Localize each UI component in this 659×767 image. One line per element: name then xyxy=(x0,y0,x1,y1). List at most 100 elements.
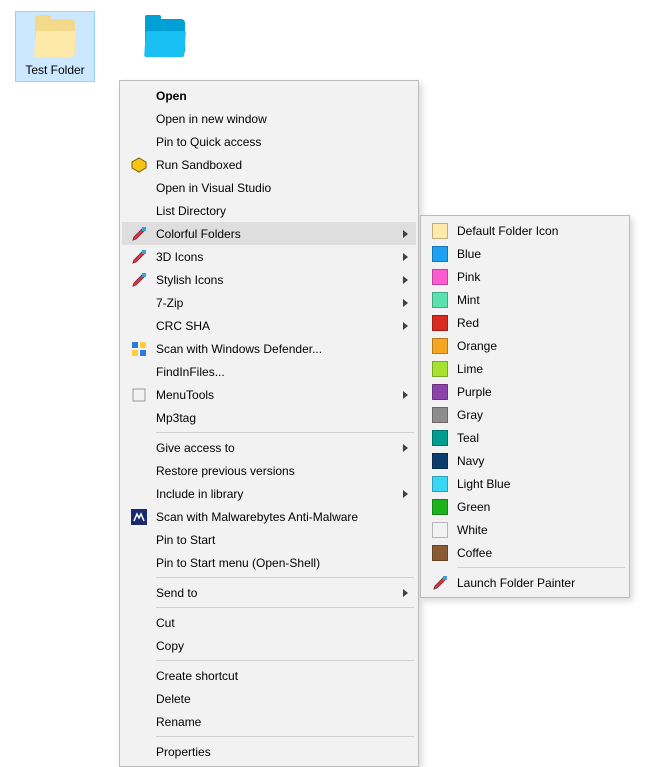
submenu-label: Mint xyxy=(457,293,603,307)
menu-colorful-folders[interactable]: Colorful Folders xyxy=(122,222,416,245)
menu-cut[interactable]: Cut xyxy=(122,611,416,634)
menu-rename[interactable]: Rename xyxy=(122,710,416,733)
submenu-arrow-icon xyxy=(403,299,408,307)
submenu-arrow-icon xyxy=(403,589,408,597)
menu-run-sandboxed[interactable]: Run Sandboxed xyxy=(122,153,416,176)
submenu-orange[interactable]: Orange xyxy=(423,334,627,357)
menu-properties[interactable]: Properties xyxy=(122,740,416,763)
menu-label: Pin to Start xyxy=(156,533,392,547)
submenu-arrow-icon xyxy=(403,490,408,498)
submenu-label: Light Blue xyxy=(457,477,603,491)
menu-label: FindInFiles... xyxy=(156,365,392,379)
menu-label: CRC SHA xyxy=(156,319,392,333)
submenu-arrow-icon xyxy=(403,276,408,284)
submenu-arrow-icon xyxy=(403,253,408,261)
menu-label: Pin to Quick access xyxy=(156,135,392,149)
menu-label: 3D Icons xyxy=(156,250,392,264)
menu-label: Give access to xyxy=(156,441,392,455)
menu-label: Pin to Start menu (Open-Shell) xyxy=(156,556,392,570)
submenu-default[interactable]: Default Folder Icon xyxy=(423,219,627,242)
submenu-arrow-icon xyxy=(403,444,408,452)
menu-label: Open in Visual Studio xyxy=(156,181,392,195)
menu-label: Create shortcut xyxy=(156,669,392,683)
submenu-label: Orange xyxy=(457,339,603,353)
menu-pin-start-open-shell[interactable]: Pin to Start menu (Open-Shell) xyxy=(122,551,416,574)
menu-pin-to-start[interactable]: Pin to Start xyxy=(122,528,416,551)
menu-label: Delete xyxy=(156,692,392,706)
submenu-lime[interactable]: Lime xyxy=(423,357,627,380)
menu-open-visual-studio[interactable]: Open in Visual Studio xyxy=(122,176,416,199)
folder-icon xyxy=(141,19,189,59)
menu-label: 7-Zip xyxy=(156,296,392,310)
submenu-navy[interactable]: Navy xyxy=(423,449,627,472)
menu-crc-sha[interactable]: CRC SHA xyxy=(122,314,416,337)
menu-delete[interactable]: Delete xyxy=(122,687,416,710)
submenu-pink[interactable]: Pink xyxy=(423,265,627,288)
separator xyxy=(457,567,625,568)
submenu-label: Green xyxy=(457,500,603,514)
menu-3d-icons[interactable]: 3D Icons xyxy=(122,245,416,268)
menu-label: Include in library xyxy=(156,487,392,501)
menu-findinfiles[interactable]: FindInFiles... xyxy=(122,360,416,383)
brush-icon xyxy=(122,249,156,265)
shield-icon xyxy=(122,341,156,357)
submenu-lightblue[interactable]: Light Blue xyxy=(423,472,627,495)
desktop-folder-test[interactable]: Test Folder xyxy=(16,12,94,81)
context-menu: Open Open in new window Pin to Quick acc… xyxy=(119,80,419,767)
submenu-purple[interactable]: Purple xyxy=(423,380,627,403)
submenu-red[interactable]: Red xyxy=(423,311,627,334)
separator xyxy=(156,432,414,433)
submenu-label: Launch Folder Painter xyxy=(457,576,603,590)
menu-copy[interactable]: Copy xyxy=(122,634,416,657)
separator xyxy=(156,736,414,737)
menu-label: MenuTools xyxy=(156,388,392,402)
menu-create-shortcut[interactable]: Create shortcut xyxy=(122,664,416,687)
menu-label: Open in new window xyxy=(156,112,392,126)
menu-label: Send to xyxy=(156,586,392,600)
submenu-gray[interactable]: Gray xyxy=(423,403,627,426)
menu-7zip[interactable]: 7-Zip xyxy=(122,291,416,314)
submenu-label: Purple xyxy=(457,385,603,399)
menu-open-new-window[interactable]: Open in new window xyxy=(122,107,416,130)
submenu-white[interactable]: White xyxy=(423,518,627,541)
folder-label: Test Folder xyxy=(16,63,94,77)
submenu-arrow-icon xyxy=(403,322,408,330)
submenu-arrow-icon xyxy=(403,230,408,238)
color-swatch-lime xyxy=(432,361,448,377)
menu-list-directory[interactable]: List Directory xyxy=(122,199,416,222)
menu-restore-previous[interactable]: Restore previous versions xyxy=(122,459,416,482)
menu-pin-quick-access[interactable]: Pin to Quick access xyxy=(122,130,416,153)
menu-label: Colorful Folders xyxy=(156,227,392,241)
menu-menutools[interactable]: MenuTools xyxy=(122,383,416,406)
submenu-label: Teal xyxy=(457,431,603,445)
desktop-folder-active[interactable] xyxy=(126,12,204,67)
color-swatch-pink xyxy=(432,269,448,285)
color-swatch-default xyxy=(432,223,448,239)
menu-give-access-to[interactable]: Give access to xyxy=(122,436,416,459)
color-swatch-green xyxy=(432,499,448,515)
color-swatch-coffee xyxy=(432,545,448,561)
menu-send-to[interactable]: Send to xyxy=(122,581,416,604)
colorful-folders-submenu: Default Folder Icon Blue Pink Mint Red O… xyxy=(420,215,630,598)
separator xyxy=(156,577,414,578)
submenu-launch-painter[interactable]: Launch Folder Painter xyxy=(423,571,627,594)
submenu-mint[interactable]: Mint xyxy=(423,288,627,311)
menu-label: Cut xyxy=(156,616,392,630)
submenu-blue[interactable]: Blue xyxy=(423,242,627,265)
menu-stylish-icons[interactable]: Stylish Icons xyxy=(122,268,416,291)
brush-icon xyxy=(122,272,156,288)
menu-include-in-library[interactable]: Include in library xyxy=(122,482,416,505)
square-icon xyxy=(122,387,156,403)
menu-windows-defender[interactable]: Scan with Windows Defender... xyxy=(122,337,416,360)
menu-open[interactable]: Open xyxy=(122,84,416,107)
menu-label: Open xyxy=(156,89,187,103)
menu-label: Scan with Malwarebytes Anti-Malware xyxy=(156,510,392,524)
submenu-coffee[interactable]: Coffee xyxy=(423,541,627,564)
submenu-green[interactable]: Green xyxy=(423,495,627,518)
submenu-teal[interactable]: Teal xyxy=(423,426,627,449)
menu-mp3tag[interactable]: Mp3tag xyxy=(122,406,416,429)
submenu-arrow-icon xyxy=(403,391,408,399)
color-swatch-navy xyxy=(432,453,448,469)
menu-malwarebytes[interactable]: Scan with Malwarebytes Anti-Malware xyxy=(122,505,416,528)
color-swatch-blue xyxy=(432,246,448,262)
